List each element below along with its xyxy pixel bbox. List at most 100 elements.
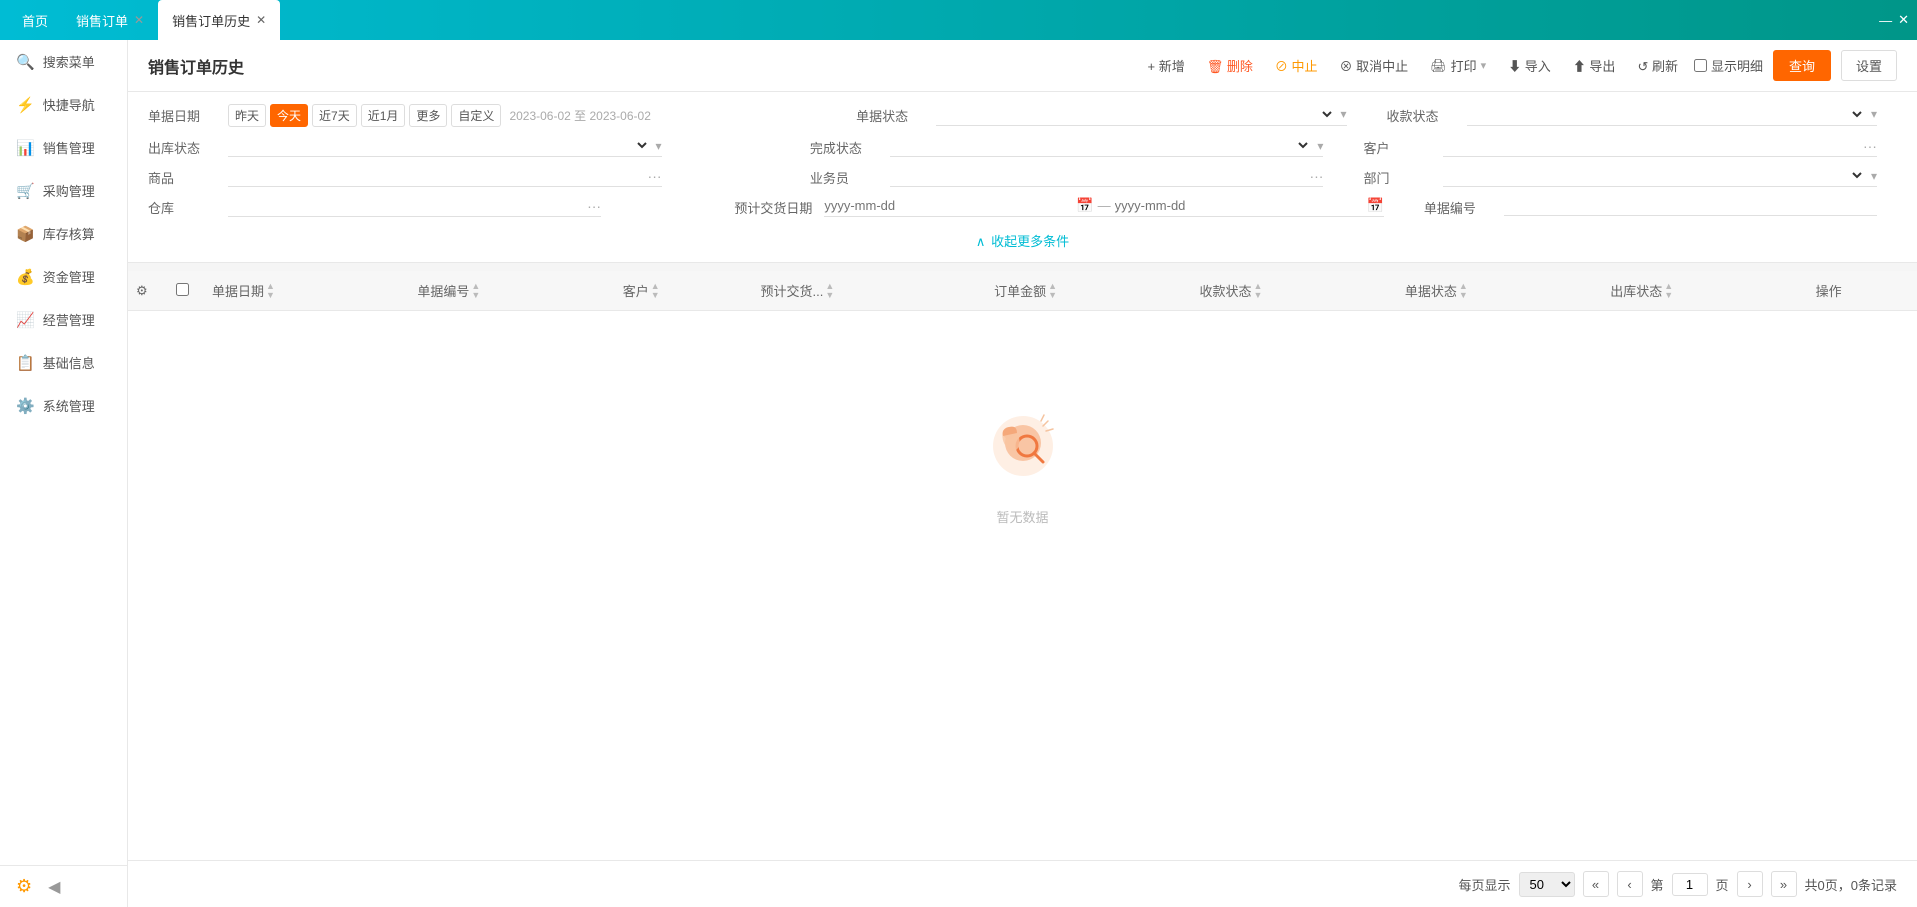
- date-more-btn[interactable]: 更多: [409, 104, 447, 127]
- tab-sales-order-history[interactable]: 销售订单历史 ✕: [158, 0, 280, 40]
- out-status-select[interactable]: [228, 137, 650, 154]
- date-today-btn[interactable]: 今天: [270, 104, 308, 127]
- delivery-date-start[interactable]: [824, 198, 1072, 213]
- department-select[interactable]: [1443, 167, 1865, 184]
- sidebar-item-basic-info[interactable]: 📋 基础信息: [0, 341, 127, 384]
- setting-button[interactable]: 设置: [1841, 50, 1897, 81]
- toolbar: + 新增 🗑 删除 ⊘ 中止 ⊗ 取消中止 🖨 打印 ▾ ⬇ 导入 ⬆ 导出 ↺…: [1142, 50, 1897, 81]
- receipt-status-chevron: ▾: [1871, 107, 1877, 121]
- sidebar-item-purchase-mgmt[interactable]: 🛒 采购管理: [0, 169, 127, 212]
- customer-input[interactable]: [1443, 138, 1857, 153]
- tab-sales-order-history-close[interactable]: ✕: [256, 13, 266, 27]
- warehouse-more-icon[interactable]: ···: [587, 198, 601, 214]
- query-button[interactable]: 查询: [1773, 50, 1831, 81]
- display-detail-checkbox-label[interactable]: 显示明细: [1694, 56, 1763, 75]
- sort-arrows-doc-status[interactable]: ▲▼: [1459, 282, 1468, 300]
- date-dash: —: [1098, 198, 1111, 213]
- sidebar-item-finance[interactable]: 💰 资金管理: [0, 255, 127, 298]
- prev-page-btn[interactable]: ‹: [1617, 871, 1643, 897]
- sidebar-settings-icon[interactable]: ⚙: [16, 876, 32, 897]
- out-status-chevron: ▾: [656, 139, 662, 153]
- print-icon: 🖨: [1430, 58, 1447, 74]
- tab-sales-order-close[interactable]: ✕: [134, 13, 144, 27]
- th-order-amount: 订单金额 ▲▼: [986, 271, 1191, 311]
- print-dropdown-icon[interactable]: ▾: [1481, 59, 1487, 72]
- filter-area: 单据日期 昨天 今天 近7天 近1月 更多 自定义 2023-06-02 至 2…: [128, 92, 1917, 263]
- tab-home[interactable]: 首页: [8, 0, 62, 40]
- new-button[interactable]: + 新增: [1142, 52, 1191, 79]
- product-more-icon[interactable]: ···: [648, 168, 662, 184]
- window-minimize[interactable]: —: [1879, 13, 1892, 28]
- salesperson-label: 业务员: [810, 168, 890, 187]
- import-button[interactable]: ⬇ 导入: [1502, 52, 1557, 79]
- first-page-btn[interactable]: «: [1583, 871, 1609, 897]
- table-settings-icon[interactable]: ⚙: [136, 283, 148, 298]
- page-size-select[interactable]: 10 20 50 100: [1519, 872, 1575, 897]
- sort-arrows-doc-date[interactable]: ▲▼: [266, 282, 275, 300]
- table-header-row: ⚙ 单据日期 ▲▼ 单据编号: [128, 271, 1917, 311]
- sort-arrows-receipt[interactable]: ▲▼: [1253, 282, 1262, 300]
- sort-arrows-amount[interactable]: ▲▼: [1048, 282, 1057, 300]
- sort-arrows-customer[interactable]: ▲▼: [651, 282, 660, 300]
- select-all-checkbox[interactable]: [176, 283, 189, 296]
- refresh-button[interactable]: ↺ 刷新: [1631, 52, 1684, 79]
- delivery-date-end[interactable]: [1115, 198, 1363, 213]
- display-detail-checkbox[interactable]: [1694, 59, 1707, 72]
- sort-arrows-doc-no[interactable]: ▲▼: [471, 282, 480, 300]
- sidebar-item-quick-nav[interactable]: ⚡ 快捷导航: [0, 83, 127, 126]
- department-chevron: ▾: [1871, 169, 1877, 183]
- last-page-btn[interactable]: »: [1771, 871, 1797, 897]
- sidebar-item-operations[interactable]: 📈 经营管理: [0, 298, 127, 341]
- top-bar-right: — ✕: [1879, 12, 1909, 28]
- sidebar-bottom: ⚙ ◀: [0, 865, 127, 907]
- date-7days-btn[interactable]: 近7天: [312, 104, 357, 127]
- doc-number-control: [1504, 198, 1877, 216]
- collapse-conditions[interactable]: ∧ 收起更多条件: [148, 227, 1897, 250]
- date-custom-btn[interactable]: 自定义: [451, 104, 501, 127]
- sidebar-item-system[interactable]: ⚙️ 系统管理: [0, 384, 127, 427]
- customer-more-icon[interactable]: ···: [1863, 138, 1877, 154]
- th-doc-no: 单据编号 ▲▼: [409, 271, 614, 311]
- stop-button[interactable]: ⊘ 中止: [1269, 52, 1324, 79]
- sort-arrows-delivery[interactable]: ▲▼: [825, 282, 834, 300]
- print-button[interactable]: 🖨 打印 ▾: [1424, 52, 1492, 79]
- doc-status-select[interactable]: [936, 106, 1334, 123]
- salesperson-input[interactable]: [890, 168, 1304, 183]
- clipboard-icon: 📋: [16, 354, 35, 372]
- receipt-status-select[interactable]: [1467, 106, 1865, 123]
- date-yesterday-btn[interactable]: 昨天: [228, 104, 266, 127]
- sidebar-item-inventory[interactable]: 📦 库存核算: [0, 212, 127, 255]
- product-label: 商品: [148, 168, 228, 187]
- date-1month-btn[interactable]: 近1月: [361, 104, 406, 127]
- warehouse-input[interactable]: [228, 198, 581, 213]
- next-page-btn[interactable]: ›: [1737, 871, 1763, 897]
- sort-arrows-out-status[interactable]: ▲▼: [1664, 282, 1673, 300]
- product-control: ···: [228, 168, 662, 187]
- out-status-control: ▾: [228, 137, 662, 157]
- empty-text: 暂无数据: [996, 507, 1048, 526]
- delete-button[interactable]: 🗑 删除: [1201, 52, 1259, 79]
- doc-status-chevron: ▾: [1341, 107, 1347, 121]
- sidebar-collapse-icon[interactable]: ◀: [48, 877, 60, 897]
- tab-sales-order[interactable]: 销售订单 ✕: [62, 0, 158, 40]
- page-number-input[interactable]: [1672, 873, 1708, 896]
- sidebar-item-search-menu[interactable]: 🔍 搜索菜单: [0, 40, 127, 83]
- product-input[interactable]: [228, 168, 642, 183]
- table-wrap: ⚙ 单据日期 ▲▼ 单据编号: [128, 271, 1917, 860]
- cancel-stop-button[interactable]: ⊗ 取消中止: [1334, 52, 1415, 79]
- complete-status-select[interactable]: [890, 137, 1312, 154]
- receipt-status-control: ▾: [1467, 106, 1877, 126]
- search-icon: 🔍: [16, 53, 35, 71]
- lightning-icon: ⚡: [16, 96, 35, 114]
- doc-number-input[interactable]: [1504, 198, 1877, 213]
- main-layout: 🔍 搜索菜单 ⚡ 快捷导航 📊 销售管理 🛒 采购管理 📦 库存核算 💰 资金管…: [0, 40, 1917, 907]
- empty-row: 暂无数据: [128, 311, 1917, 607]
- export-button[interactable]: ⬆ 导出: [1567, 52, 1622, 79]
- receipt-status-label: 收款状态: [1387, 106, 1467, 125]
- filter-row-1: 单据日期 昨天 今天 近7天 近1月 更多 自定义 2023-06-02 至 2…: [148, 104, 1897, 127]
- date-range-text: 2023-06-02 至 2023-06-02: [509, 107, 650, 124]
- sidebar-item-sales-mgmt[interactable]: 📊 销售管理: [0, 126, 127, 169]
- window-close[interactable]: ✕: [1898, 12, 1909, 28]
- complete-status-control: ▾: [890, 137, 1324, 157]
- salesperson-more-icon[interactable]: ···: [1309, 168, 1323, 184]
